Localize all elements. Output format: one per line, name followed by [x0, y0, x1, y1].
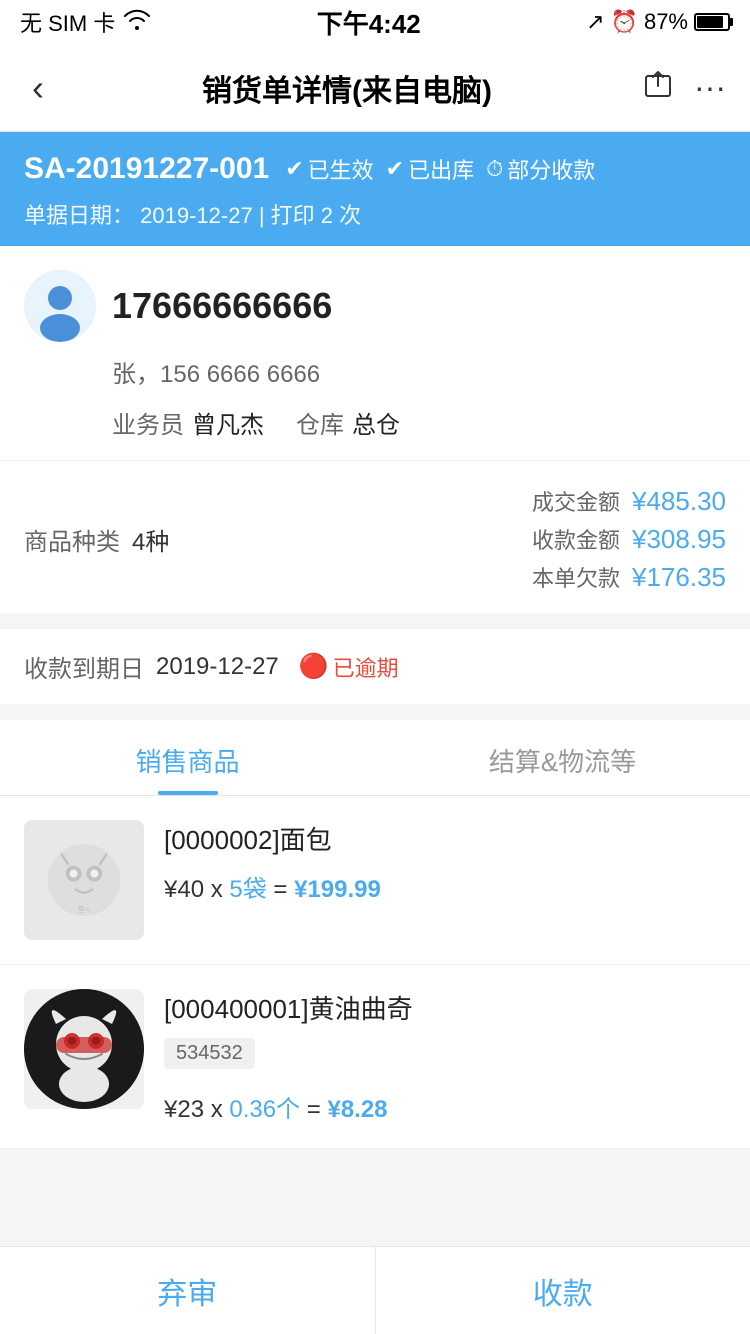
status-bar: 无 SIM 卡 下午4:42 ↗ ⏰ 87%: [0, 0, 750, 44]
multiply-2: x: [211, 1096, 230, 1123]
date-label: 单据日期：: [24, 203, 134, 228]
payment-due-label: 收款到期日: [24, 649, 144, 684]
types-label: 商品种类: [24, 522, 120, 557]
deal-amount-row: 成交金额 ¥485.30: [532, 485, 726, 517]
payment-section: 收款到期日 2019-12-27 🔴 已逾期: [0, 629, 750, 704]
nav-bar: ‹ 销货单详情(来自电脑) ···: [0, 44, 750, 132]
product-price-2: ¥23 x 0.36个 = ¥8.28: [164, 1089, 726, 1124]
nav-actions: ···: [642, 68, 726, 108]
check-icon-2: ✔: [386, 156, 404, 182]
date-value: 2019-12-27: [140, 203, 253, 228]
overdue-badge: 🔴 已逾期: [299, 651, 399, 683]
tab-settlement-logistics[interactable]: 结算&物流等: [375, 720, 750, 795]
tabs: 销售商品 结算&物流等: [0, 720, 750, 796]
owed-value: ¥176.35: [632, 562, 726, 593]
total-2: ¥8.28: [327, 1096, 387, 1123]
multiply-1: x: [211, 876, 230, 903]
salesperson-label: 业务员: [112, 405, 184, 440]
location-icon: ↗: [586, 9, 604, 35]
product-name-2: [000400001]黄油曲奇: [164, 989, 726, 1026]
warehouse-value: 总仓: [352, 405, 400, 440]
products-section: 鱼+ [0000002]面包 ¥40 x 5袋 = ¥199.99: [0, 796, 750, 1149]
overdue-text: 已逾期: [333, 651, 399, 683]
product-item-2: [000400001]黄油曲奇 534532 ¥23 x 0.36个 = ¥8.…: [0, 965, 750, 1149]
types-count: 4种: [132, 522, 169, 557]
deal-amount-value: ¥485.30: [632, 486, 726, 517]
page-title: 销货单详情(来自电脑): [202, 66, 492, 110]
amounts: 成交金额 ¥485.30 收款金额 ¥308.95 本单欠款 ¥176.35: [532, 485, 726, 593]
status-carrier: 无 SIM 卡: [20, 6, 151, 38]
badge-partial-payment: ⏱ 部分收款: [486, 153, 595, 185]
qty-2: 0.36个: [229, 1096, 300, 1123]
order-header: SA-20191227-001 ✔ 已生效 ✔ 已出库 ⏱ 部分收款 单据日期：…: [0, 132, 750, 246]
equals-1: =: [273, 876, 294, 903]
back-button[interactable]: ‹: [24, 59, 52, 117]
owed-row: 本单欠款 ¥176.35: [532, 561, 726, 593]
status-icons: ↗ ⏰ 87%: [586, 9, 730, 35]
qty-1: 5袋: [229, 876, 266, 903]
product-item: 鱼+ [0000002]面包 ¥40 x 5袋 = ¥199.99: [0, 796, 750, 965]
summary-section: 商品种类 4种 成交金额 ¥485.30 收款金额 ¥308.95 本单欠款 ¥…: [0, 461, 750, 613]
equals-2: =: [307, 1096, 328, 1123]
received-label: 收款金额: [532, 523, 620, 555]
battery-percent: 87%: [644, 9, 688, 35]
order-date: 单据日期： 2019-12-27 | 打印 2 次: [24, 198, 726, 230]
overdue-icon: 🔴: [299, 652, 329, 681]
product-info-2: [000400001]黄油曲奇 534532 ¥23 x 0.36个 = ¥8.…: [164, 989, 726, 1124]
customer-meta: 业务员 曾凡杰 仓库 总仓: [24, 405, 726, 440]
salesperson-info: 业务员 曾凡杰: [112, 405, 264, 440]
deal-amount-label: 成交金额: [532, 485, 620, 517]
check-icon-1: ✔: [285, 156, 303, 182]
carrier-text: 无 SIM 卡: [20, 6, 115, 38]
battery-icon: [694, 13, 730, 31]
alarm-icon: ⏰: [611, 9, 638, 35]
customer-phone: 17666666666: [112, 285, 332, 327]
print-text: | 打印 2 次: [259, 203, 361, 228]
received-value: ¥308.95: [632, 524, 726, 555]
status-time: 下午4:42: [317, 4, 421, 41]
tab-sales-products[interactable]: 销售商品: [0, 720, 375, 795]
avatar: [24, 270, 96, 342]
product-info-1: [0000002]面包 ¥40 x 5袋 = ¥199.99: [164, 820, 726, 904]
payment-due-date: 2019-12-27: [156, 653, 279, 681]
price-2: ¥23: [164, 1096, 204, 1123]
received-row: 收款金额 ¥308.95: [532, 523, 726, 555]
product-sku-2: 534532: [164, 1038, 255, 1069]
order-badges: ✔ 已生效 ✔ 已出库 ⏱ 部分收款: [285, 153, 595, 185]
badge-shipped: ✔ 已出库: [386, 153, 474, 185]
cancel-button[interactable]: 弃审: [0, 1247, 376, 1334]
clock-icon: ⏱: [486, 156, 503, 182]
salesperson-value: 曾凡杰: [192, 405, 264, 440]
customer-section: 17666666666 张，156 6666 6666 业务员 曾凡杰 仓库 总…: [0, 246, 750, 460]
warehouse-info: 仓库 总仓: [296, 405, 400, 440]
product-types: 商品种类 4种: [24, 522, 169, 557]
wifi-icon: [123, 8, 151, 36]
total-1: ¥199.99: [294, 876, 381, 903]
order-id: SA-20191227-001: [24, 152, 269, 186]
svg-text:鱼+: 鱼+: [78, 904, 91, 914]
share-button[interactable]: [642, 68, 674, 108]
customer-name: 张，156 6666 6666: [24, 354, 726, 389]
product-image-2: [24, 989, 144, 1109]
badge-effective: ✔ 已生效: [285, 153, 373, 185]
owed-label: 本单欠款: [532, 561, 620, 593]
more-button[interactable]: ···: [694, 69, 726, 106]
product-name-1: [0000002]面包: [164, 820, 726, 857]
warehouse-label: 仓库: [296, 405, 344, 440]
price-1: ¥40: [164, 876, 204, 903]
product-price-1: ¥40 x 5袋 = ¥199.99: [164, 869, 726, 904]
footer: 弃审 收款: [0, 1246, 750, 1334]
product-image-1: 鱼+: [24, 820, 144, 940]
confirm-button[interactable]: 收款: [376, 1247, 750, 1334]
